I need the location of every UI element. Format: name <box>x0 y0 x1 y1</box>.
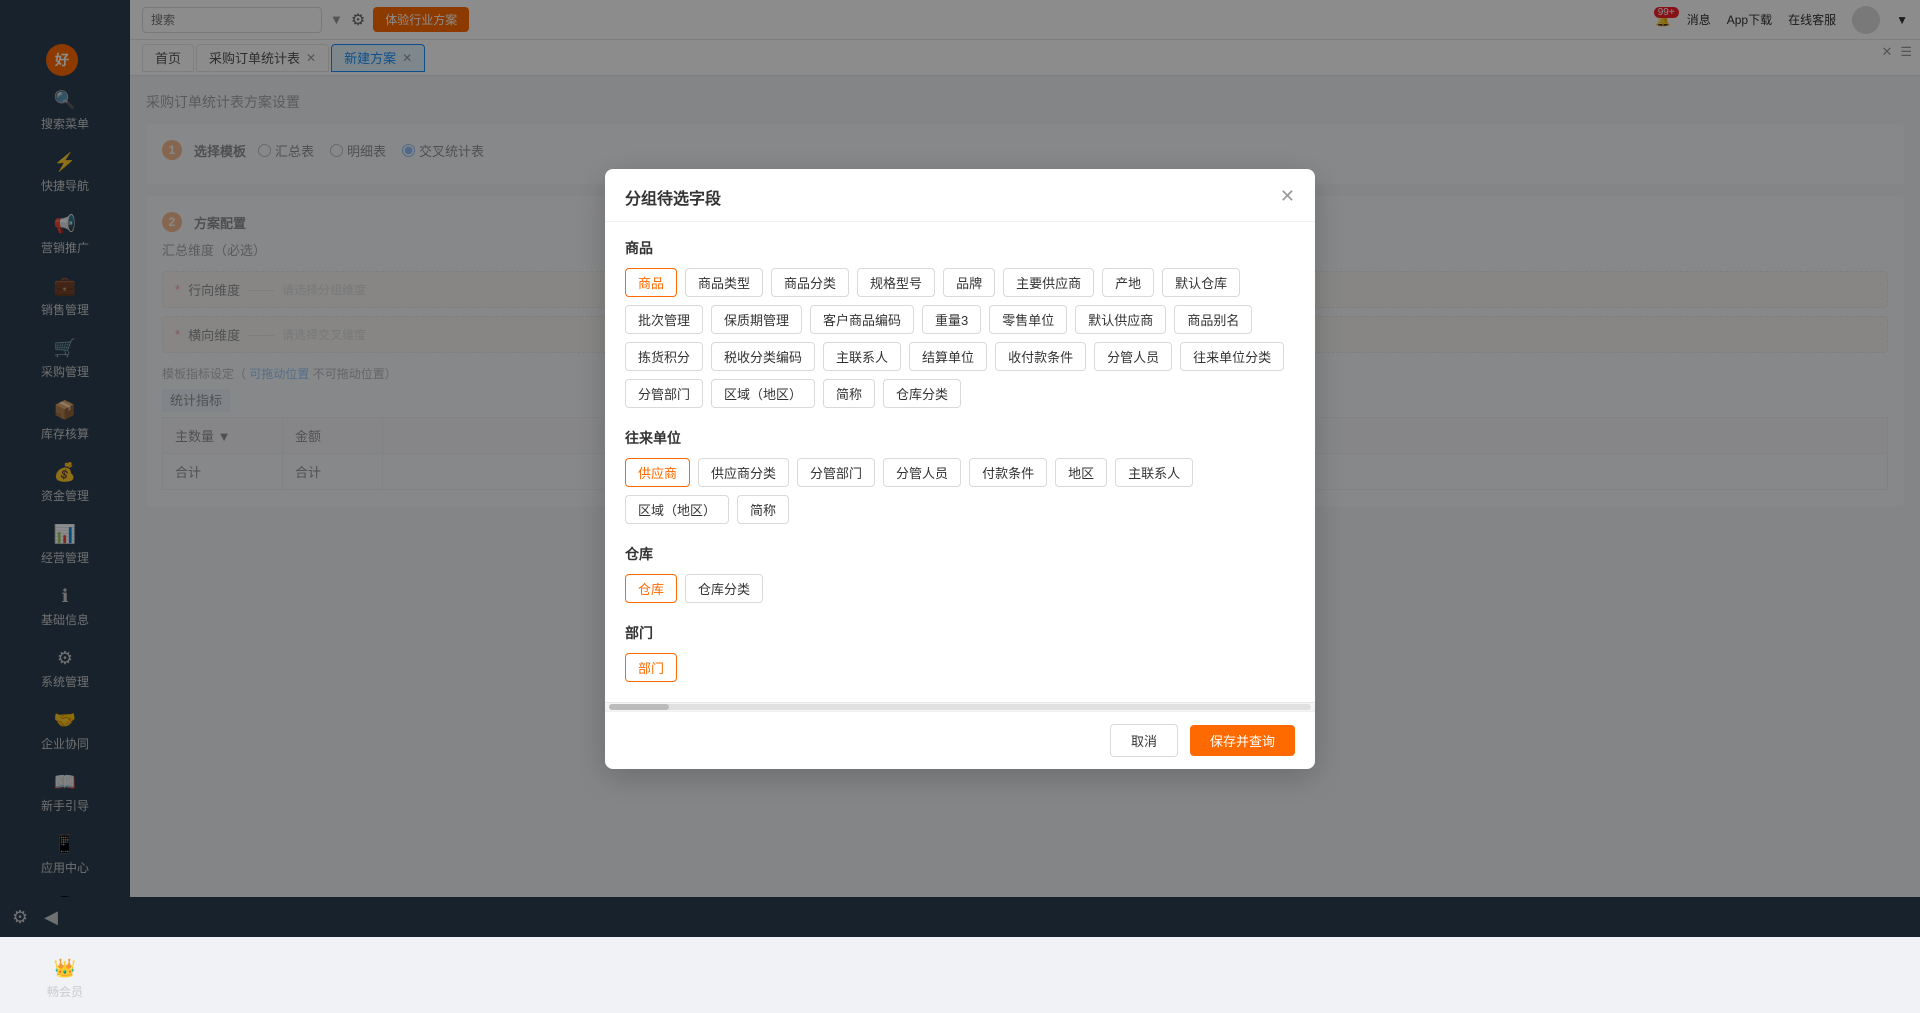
field-group-title-2: 仓库 <box>625 544 1295 564</box>
field-tag-0-3[interactable]: 规格型号 <box>857 268 935 297</box>
field-tag-0-10[interactable]: 客户商品编码 <box>810 305 914 334</box>
field-tag-0-4[interactable]: 品牌 <box>943 268 995 297</box>
field-group-0: 商品商品商品类型商品分类规格型号品牌主要供应商产地默认仓库批次管理保质期管理客户… <box>625 238 1295 408</box>
modal-body: 商品商品商品类型商品分类规格型号品牌主要供应商产地默认仓库批次管理保质期管理客户… <box>605 222 1315 702</box>
field-tag-0-20[interactable]: 分管人员 <box>1094 342 1172 371</box>
field-tags-2: 仓库仓库分类 <box>625 574 1295 603</box>
modal-close-button[interactable]: ✕ <box>1280 186 1295 207</box>
field-tag-1-1[interactable]: 供应商分类 <box>698 458 789 487</box>
field-tag-1-7[interactable]: 区域（地区） <box>625 495 729 524</box>
field-tag-0-0[interactable]: 商品 <box>625 268 677 297</box>
cancel-button[interactable]: 取消 <box>1110 724 1178 757</box>
field-group-title-0: 商品 <box>625 238 1295 258</box>
field-tag-1-5[interactable]: 地区 <box>1055 458 1107 487</box>
field-tag-0-14[interactable]: 商品别名 <box>1174 305 1252 334</box>
field-tag-1-6[interactable]: 主联系人 <box>1115 458 1193 487</box>
horizontal-scrollbar <box>605 702 1315 711</box>
field-tag-1-4[interactable]: 付款条件 <box>969 458 1047 487</box>
modal-title: 分组待选字段 <box>625 185 721 209</box>
field-tag-2-1[interactable]: 仓库分类 <box>685 574 763 603</box>
field-tag-0-12[interactable]: 零售单位 <box>989 305 1067 334</box>
field-tags-0: 商品商品类型商品分类规格型号品牌主要供应商产地默认仓库批次管理保质期管理客户商品… <box>625 268 1295 408</box>
field-tag-0-1[interactable]: 商品类型 <box>685 268 763 297</box>
field-tag-1-3[interactable]: 分管人员 <box>883 458 961 487</box>
field-tag-1-0[interactable]: 供应商 <box>625 458 690 487</box>
field-tag-0-16[interactable]: 税收分类编码 <box>711 342 815 371</box>
field-tag-0-15[interactable]: 拣货积分 <box>625 342 703 371</box>
field-tag-0-21[interactable]: 往来单位分类 <box>1180 342 1284 371</box>
field-tag-0-8[interactable]: 批次管理 <box>625 305 703 334</box>
field-tags-1: 供应商供应商分类分管部门分管人员付款条件地区主联系人区域（地区） 简称 <box>625 458 1295 524</box>
field-tag-0-19[interactable]: 收付款条件 <box>995 342 1086 371</box>
field-tag-1-8[interactable]: 简称 <box>737 495 789 524</box>
field-tag-0-9[interactable]: 保质期管理 <box>711 305 802 334</box>
modal-header: 分组待选字段 ✕ <box>605 169 1315 222</box>
scrollbar-track <box>609 704 1311 710</box>
field-tag-0-11[interactable]: 重量3 <box>922 305 981 334</box>
field-tag-0-25[interactable]: 仓库分类 <box>883 379 961 408</box>
field-group-title-1: 往来单位 <box>625 428 1295 448</box>
field-tags-3: 部门 <box>625 653 1295 682</box>
field-tag-1-2[interactable]: 分管部门 <box>797 458 875 487</box>
field-tag-0-13[interactable]: 默认供应商 <box>1075 305 1166 334</box>
field-group-3: 部门部门 <box>625 623 1295 682</box>
field-tag-0-2[interactable]: 商品分类 <box>771 268 849 297</box>
field-tag-2-0[interactable]: 仓库 <box>625 574 677 603</box>
field-tag-0-7[interactable]: 默认仓库 <box>1162 268 1240 297</box>
field-group-title-3: 部门 <box>625 623 1295 643</box>
field-tag-0-17[interactable]: 主联系人 <box>823 342 901 371</box>
field-group-1: 往来单位供应商供应商分类分管部门分管人员付款条件地区主联系人区域（地区） 简称 <box>625 428 1295 524</box>
field-tag-0-22[interactable]: 分管部门 <box>625 379 703 408</box>
field-tag-0-18[interactable]: 结算单位 <box>909 342 987 371</box>
scrollbar-thumb <box>609 704 669 710</box>
field-tag-0-23[interactable]: 区域（地区） <box>711 379 815 408</box>
field-tag-3-0[interactable]: 部门 <box>625 653 677 682</box>
field-group-2: 仓库仓库仓库分类 <box>625 544 1295 603</box>
field-tag-0-24[interactable]: 简称 <box>823 379 875 408</box>
field-tag-0-5[interactable]: 主要供应商 <box>1003 268 1094 297</box>
modal-overlay: 分组待选字段 ✕ 商品商品商品类型商品分类规格型号品牌主要供应商产地默认仓库批次… <box>0 0 1920 937</box>
modal-dialog: 分组待选字段 ✕ 商品商品商品类型商品分类规格型号品牌主要供应商产地默认仓库批次… <box>605 169 1315 769</box>
field-tag-0-6[interactable]: 产地 <box>1102 268 1154 297</box>
save-query-button[interactable]: 保存并查询 <box>1190 725 1295 756</box>
modal-footer: 取消 保存并查询 <box>605 711 1315 769</box>
